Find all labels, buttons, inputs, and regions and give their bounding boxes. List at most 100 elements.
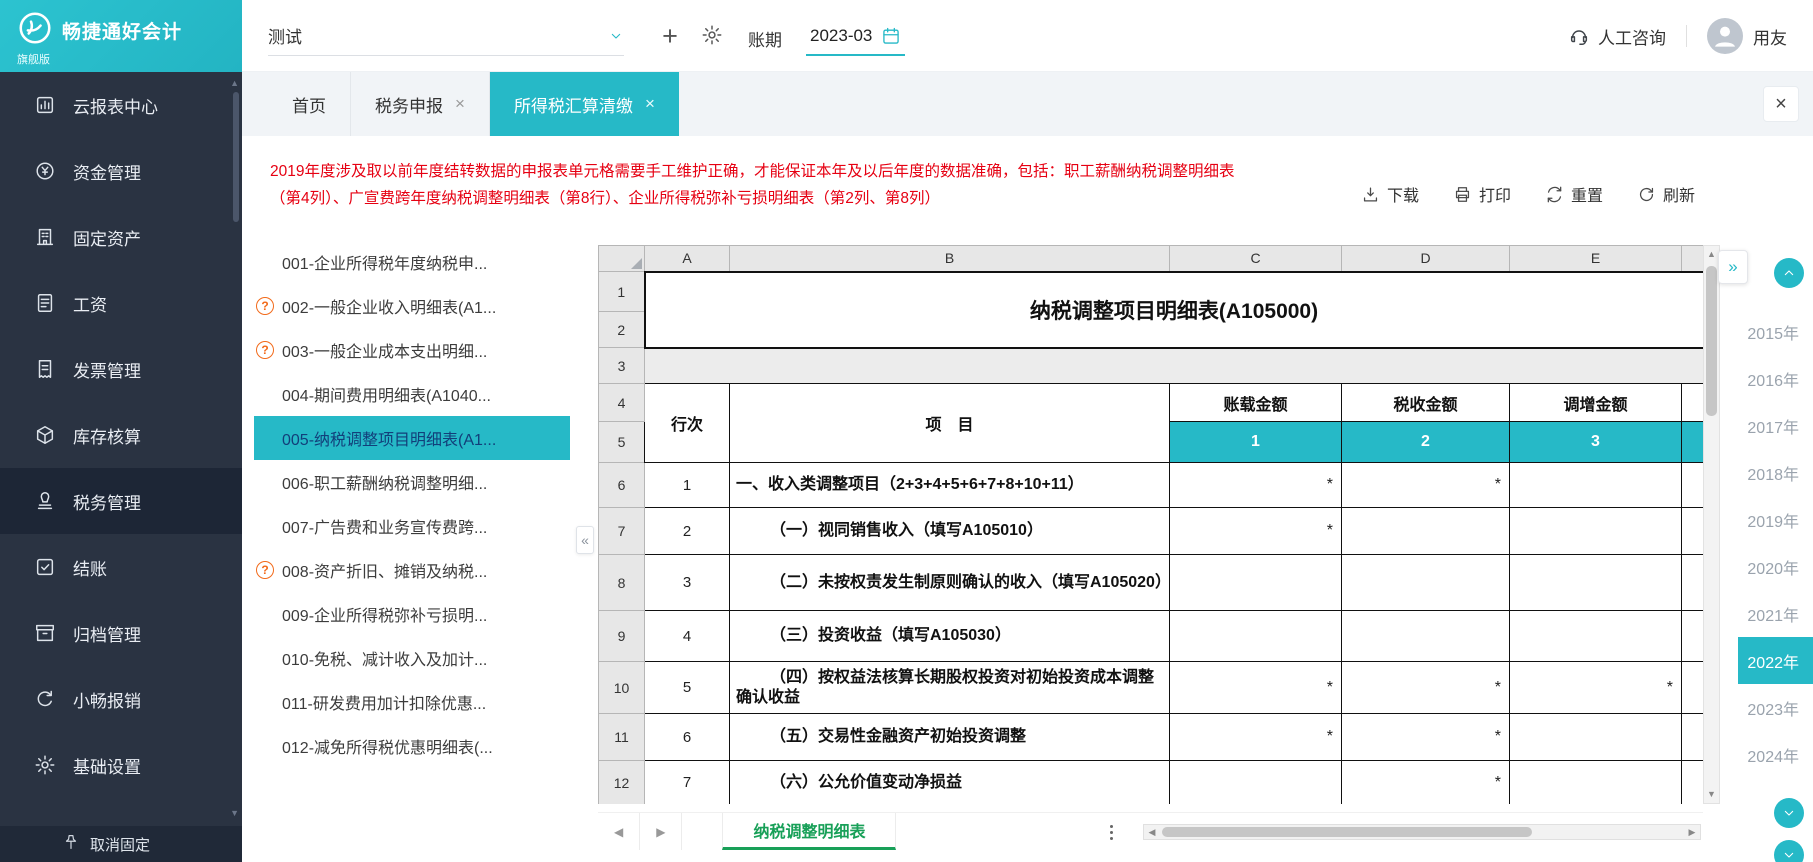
unpin-sidebar-button[interactable]: 取消固定 <box>0 826 242 862</box>
sidebar-scrollbar[interactable] <box>233 92 239 222</box>
report-item-8[interactable]: 009-企业所得税弥补亏损明... <box>254 592 570 636</box>
support-link[interactable]: 人工咨询 <box>1598 24 1666 49</box>
toolbar-download-button[interactable]: 下载 <box>1361 182 1419 206</box>
header-item[interactable]: 项 目 <box>729 383 1170 463</box>
year-item-4[interactable]: 2019年 <box>1738 496 1813 543</box>
header-amount-2[interactable]: 调增金额 <box>1509 383 1682 422</box>
cell-lineno-7[interactable]: 7 <box>644 760 730 804</box>
tab-0[interactable]: 首页 <box>268 72 351 136</box>
brand-logo[interactable]: 畅捷通好会计 旗舰版 <box>0 0 242 72</box>
horizontal-scrollbar[interactable]: ◀ ▶ <box>1143 824 1701 840</box>
toolbar-print-button[interactable]: 打印 <box>1453 182 1511 206</box>
cell-lineno-4[interactable]: 4 <box>644 610 730 662</box>
cell-c-4[interactable] <box>1169 610 1342 662</box>
user-name[interactable]: 用友 <box>1753 24 1787 49</box>
year-rail-down-button-2[interactable] <box>1774 840 1804 862</box>
sidebar-item-6[interactable]: 税务管理 <box>0 468 242 534</box>
year-item-8[interactable]: 2023年 <box>1738 684 1813 731</box>
report-item-7[interactable]: ? 008-资产折旧、摊销及纳税... <box>254 548 570 592</box>
year-item-6[interactable]: 2021年 <box>1738 590 1813 637</box>
sidebar-item-7[interactable]: 结账 <box>0 534 242 600</box>
year-rail-up-button[interactable] <box>1774 258 1804 288</box>
cell-e-7[interactable] <box>1509 760 1682 804</box>
gear-icon[interactable] <box>700 24 724 48</box>
cell-d-7[interactable]: * <box>1341 760 1510 804</box>
year-item-1[interactable]: 2016年 <box>1738 355 1813 402</box>
sheet-prev-icon[interactable]: ◀ <box>598 813 641 850</box>
header-colnum-3[interactable]: 3 <box>1509 421 1682 463</box>
collapse-list-handle[interactable]: « <box>576 526 594 554</box>
sheet-more-icon[interactable] <box>1110 830 1113 834</box>
row-header-1[interactable]: 1 <box>598 271 645 312</box>
scroll-left-icon[interactable]: ◀ <box>1144 827 1160 838</box>
sidebar-item-3[interactable]: 工资 <box>0 270 242 336</box>
row-header-11[interactable]: 11 <box>598 713 645 761</box>
header-colnum-2[interactable]: 2 <box>1341 421 1510 463</box>
question-icon[interactable]: ? <box>256 561 274 579</box>
cell-item-7[interactable]: （六）公允价值变动净损益 <box>729 760 1170 804</box>
cell-d-6[interactable]: * <box>1341 713 1510 761</box>
header-amount-1[interactable]: 税收金额 <box>1341 383 1510 422</box>
sidebar-scroll-up-icon[interactable]: ▲ <box>230 78 239 88</box>
sheet-title-cell[interactable]: 纳税调整项目明细表(A105000) <box>643 270 1703 349</box>
row-header-8[interactable]: 8 <box>598 554 645 611</box>
cell-c-1[interactable]: * <box>1169 462 1342 508</box>
cell-e-2[interactable] <box>1509 507 1682 555</box>
tab-2[interactable]: 所得税汇算清缴 × <box>489 72 679 136</box>
cell-f-6[interactable] <box>1681 713 1703 761</box>
toolbar-refresh-button[interactable]: 刷新 <box>1637 182 1695 206</box>
toolbar-reset-button[interactable]: 重置 <box>1545 182 1603 206</box>
cell-item-6[interactable]: （五）交易性金融资产初始投资调整 <box>729 713 1170 761</box>
col-header-E[interactable]: E <box>1509 245 1682 272</box>
vertical-scrollbar[interactable]: ▲ ▼ <box>1703 245 1720 804</box>
cell-lineno-6[interactable]: 6 <box>644 713 730 761</box>
sidebar-item-10[interactable]: 基础设置 <box>0 732 242 798</box>
report-item-1[interactable]: ? 002-一般企业收入明细表(A1... <box>254 284 570 328</box>
sc roll-down-icon[interactable]: ▼ <box>1704 786 1719 803</box>
cell-d-3[interactable] <box>1341 554 1510 611</box>
sheet-tab[interactable]: 纳税调整明细表 <box>722 813 897 850</box>
row-header-12[interactable]: 12 <box>598 760 645 804</box>
cell-e-3[interactable] <box>1509 554 1682 611</box>
cell-item-4[interactable]: （三）投资收益（填写A105030） <box>729 610 1170 662</box>
question-icon[interactable]: ? <box>256 297 274 315</box>
sidebar-item-0[interactable]: 云报表中心 <box>0 72 242 138</box>
report-item-10[interactable]: 011-研发费用加计扣除优惠... <box>254 680 570 724</box>
cell-d-4[interactable] <box>1341 610 1510 662</box>
cell-f-1[interactable] <box>1681 462 1703 508</box>
cell-f-3[interactable] <box>1681 554 1703 611</box>
row-header-3[interactable]: 3 <box>598 347 645 384</box>
cell-d-1[interactable]: * <box>1341 462 1510 508</box>
sidebar-item-2[interactable]: 固定资产 <box>0 204 242 270</box>
year-item-0[interactable]: 2015年 <box>1738 308 1813 355</box>
cell-lineno-5[interactable]: 5 <box>644 661 730 714</box>
row-header-2[interactable]: 2 <box>598 311 645 348</box>
cell-f-4[interactable] <box>1681 610 1703 662</box>
cell-item-5[interactable]: （四）按权益法核算长期股权投资对初始投资成本调整确认收益 <box>729 661 1170 714</box>
row-header-6[interactable]: 6 <box>598 462 645 508</box>
year-item-2[interactable]: 2017年 <box>1738 402 1813 449</box>
report-item-11[interactable]: 012-减免所得税优惠明细表(... <box>254 724 570 768</box>
cell-c-5[interactable]: * <box>1169 661 1342 714</box>
report-item-9[interactable]: 010-免税、减计收入及加计... <box>254 636 570 680</box>
cell-e-1[interactable] <box>1509 462 1682 508</box>
period-picker[interactable]: 2023-03 <box>806 18 906 56</box>
report-item-3[interactable]: 004-期间费用明细表(A1040... <box>254 372 570 416</box>
cell-lineno-1[interactable]: 1 <box>644 462 730 508</box>
col-header-D[interactable]: D <box>1341 245 1510 272</box>
report-item-4[interactable]: 005-纳税调整项目明细表(A1... <box>254 416 570 460</box>
cell-d-2[interactable] <box>1341 507 1510 555</box>
row-header-4[interactable]: 4 <box>598 383 645 422</box>
scroll-up-icon[interactable]: ▲ <box>1704 246 1719 263</box>
cell-item-3[interactable]: （二）未按权责发生制原则确认的收入（填写A105020） <box>729 554 1170 611</box>
header-colnum-4[interactable] <box>1681 421 1703 463</box>
tab-close-icon[interactable]: × <box>455 94 465 114</box>
expand-year-rail-button[interactable]: » <box>1718 250 1748 284</box>
year-rail-down-button[interactable] <box>1774 798 1804 828</box>
account-select[interactable]: 测试 <box>268 16 624 56</box>
cell-item-2[interactable]: （一）视同销售收入（填写A105010） <box>729 507 1170 555</box>
col-header-C[interactable]: C <box>1169 245 1342 272</box>
col-header-B[interactable]: B <box>729 245 1170 272</box>
sidebar-item-4[interactable]: 发票管理 <box>0 336 242 402</box>
avatar[interactable] <box>1707 18 1743 54</box>
